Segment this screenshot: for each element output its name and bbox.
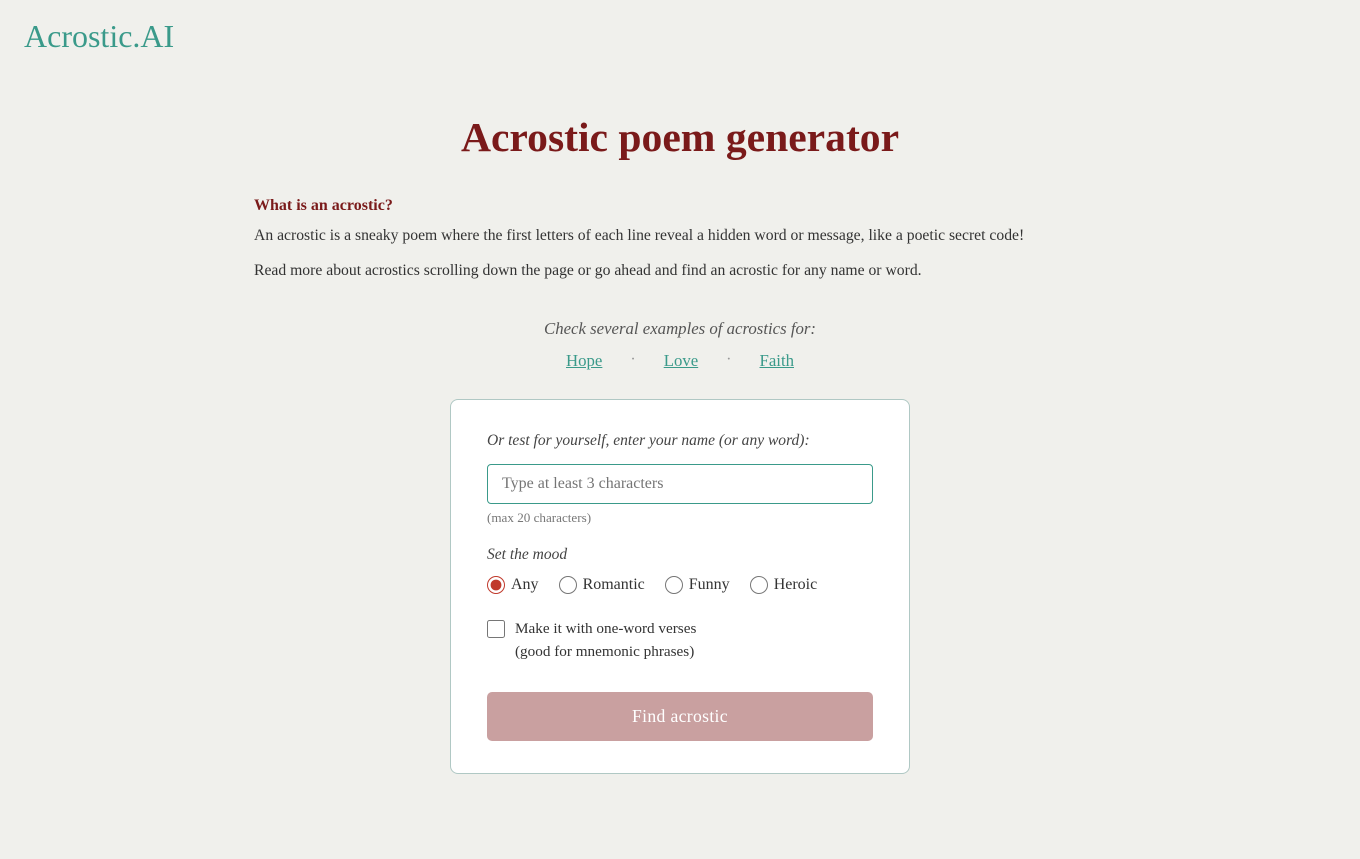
- mood-romantic[interactable]: Romantic: [559, 576, 645, 594]
- examples-label: Check several examples of acrostics for:: [254, 319, 1106, 339]
- mood-any[interactable]: Any: [487, 576, 539, 594]
- mood-funny[interactable]: Funny: [665, 576, 730, 594]
- intro-description: An acrostic is a sneaky poem where the f…: [254, 223, 1106, 248]
- mood-any-label: Any: [511, 576, 539, 594]
- form-prompt: Or test for yourself, enter your name (o…: [487, 432, 873, 450]
- what-is-label: What is an acrostic?: [254, 197, 1106, 215]
- one-word-verses-row: Make it with one-word verses (good for m…: [487, 618, 873, 664]
- site-header: Acrostic.AI: [0, 0, 1360, 73]
- intro-section: What is an acrostic? An acrostic is a sn…: [254, 197, 1106, 283]
- site-logo[interactable]: Acrostic.AI: [24, 18, 174, 54]
- mood-any-radio[interactable]: [487, 576, 505, 594]
- mood-heroic-label: Heroic: [774, 576, 818, 594]
- form-card: Or test for yourself, enter your name (o…: [450, 399, 910, 774]
- mood-romantic-label: Romantic: [583, 576, 645, 594]
- example-link-hope[interactable]: Hope: [566, 351, 602, 371]
- example-link-faith[interactable]: Faith: [760, 351, 795, 371]
- page-title: Acrostic poem generator: [254, 113, 1106, 161]
- mood-funny-label: Funny: [689, 576, 730, 594]
- divider-1: ·: [630, 351, 635, 371]
- mood-radio-group: Any Romantic Funny Heroic: [487, 576, 873, 594]
- mood-funny-radio[interactable]: [665, 576, 683, 594]
- divider-2: ·: [726, 351, 731, 371]
- example-link-love[interactable]: Love: [664, 351, 698, 371]
- intro-read-more: Read more about acrostics scrolling down…: [254, 258, 1106, 283]
- main-content: Acrostic poem generator What is an acros…: [230, 73, 1130, 814]
- mood-label: Set the mood: [487, 546, 873, 564]
- mood-heroic[interactable]: Heroic: [750, 576, 818, 594]
- one-word-verses-checkbox[interactable]: [487, 620, 505, 638]
- example-links: Hope · Love · Faith: [254, 351, 1106, 371]
- max-chars-note: (max 20 characters): [487, 510, 873, 526]
- mood-romantic-radio[interactable]: [559, 576, 577, 594]
- word-input[interactable]: [487, 464, 873, 504]
- mood-heroic-radio[interactable]: [750, 576, 768, 594]
- examples-section: Check several examples of acrostics for:…: [254, 319, 1106, 371]
- one-word-verses-label: Make it with one-word verses (good for m…: [515, 618, 696, 664]
- find-acrostic-button[interactable]: Find acrostic: [487, 692, 873, 741]
